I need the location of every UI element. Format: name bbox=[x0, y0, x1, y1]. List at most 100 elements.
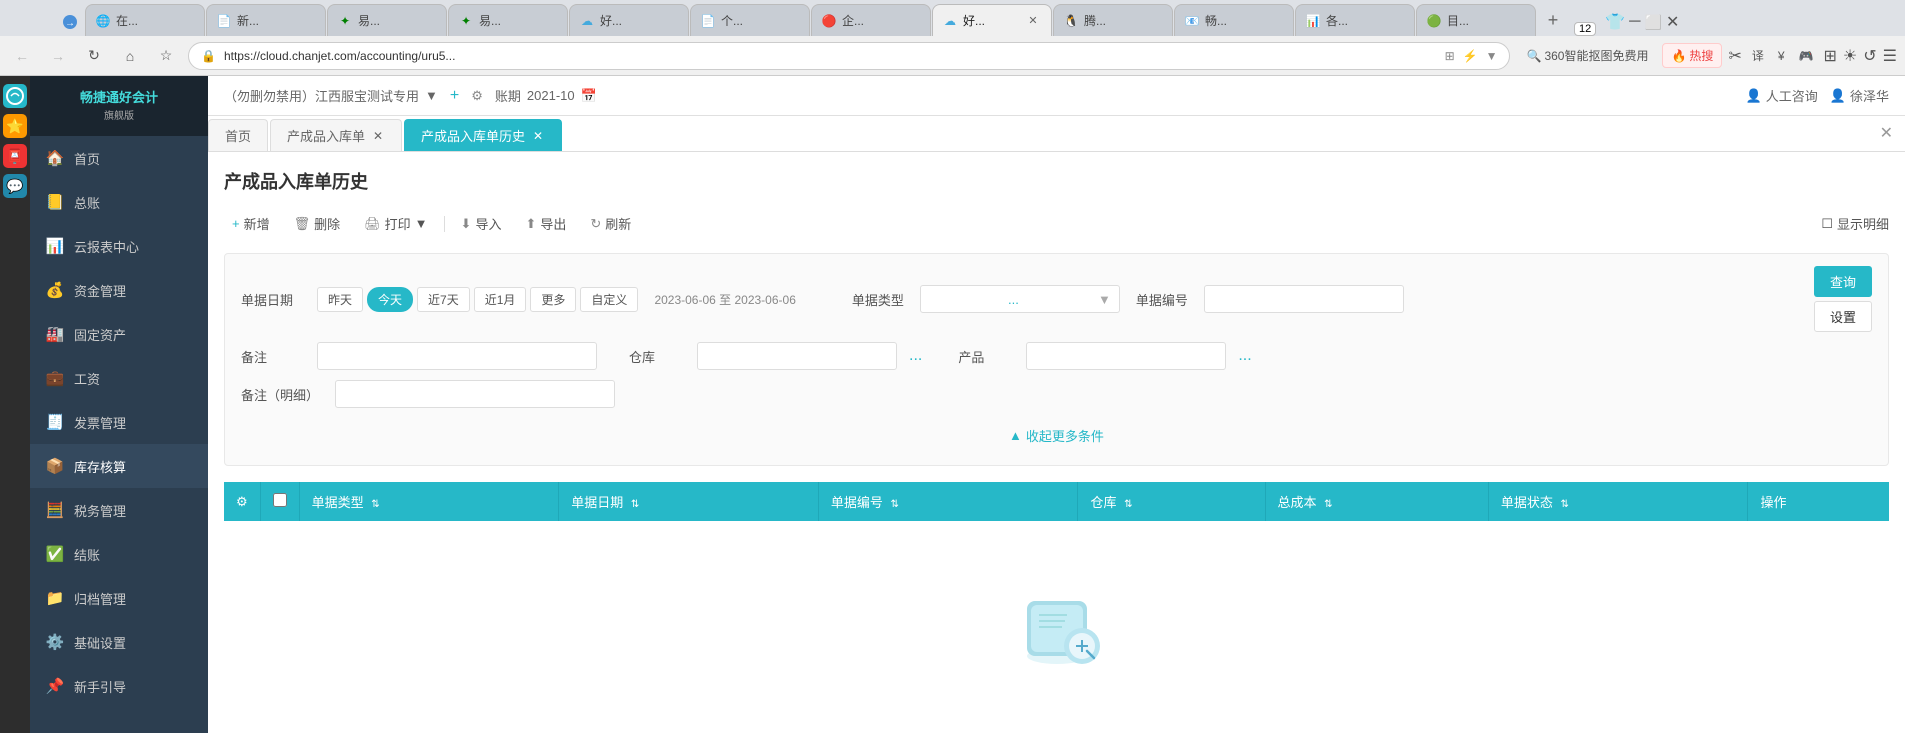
top-bar-right: 👤 人工咨询 👤 徐泽华 bbox=[1746, 86, 1889, 105]
menu-button[interactable]: ☰ bbox=[1883, 46, 1897, 66]
page-tab-home[interactable]: 首页 bbox=[208, 119, 268, 151]
minimize-button[interactable]: ─ bbox=[1629, 13, 1640, 31]
game-button[interactable]: 🎮 bbox=[1795, 49, 1818, 63]
display-toggle[interactable]: ☐ 显示明细 bbox=[1821, 214, 1889, 233]
remark-filter-input[interactable] bbox=[317, 342, 597, 370]
export-label: 导出 bbox=[540, 214, 566, 233]
close-panel-button[interactable]: ✕ bbox=[1868, 115, 1905, 151]
close-button[interactable]: ✕ bbox=[1666, 12, 1679, 32]
page-tab-close-button[interactable]: ✕ bbox=[531, 129, 545, 143]
back-button[interactable]: ← bbox=[8, 42, 36, 70]
sidebar-item-archive[interactable]: 📁 归档管理 bbox=[30, 576, 208, 620]
th-checkbox[interactable] bbox=[260, 482, 299, 521]
browser-tab[interactable]: 📄 个... bbox=[690, 4, 810, 36]
last7-btn[interactable]: 近7天 bbox=[417, 287, 470, 312]
browser-tab[interactable]: ✦ 易... bbox=[327, 4, 447, 36]
num-filter-input[interactable] bbox=[1204, 285, 1404, 313]
app-icon-chanjet[interactable] bbox=[3, 84, 27, 108]
browser-tab[interactable]: 📄 新... bbox=[206, 4, 326, 36]
page-tab-history[interactable]: 产成品入库单历史 ✕ bbox=[404, 119, 562, 151]
warehouse-filter-input[interactable] bbox=[697, 342, 897, 370]
add-company-button[interactable]: + bbox=[450, 87, 459, 105]
company-settings-button[interactable]: ⚙ bbox=[471, 88, 483, 104]
export-button[interactable]: ⬆ 导出 bbox=[517, 210, 574, 237]
yesterday-btn[interactable]: 昨天 bbox=[317, 287, 363, 312]
collapse-button[interactable]: ▲ 收起更多条件 bbox=[241, 418, 1872, 453]
hot-search-button[interactable]: 🔥 热搜 bbox=[1662, 43, 1722, 68]
apps-button[interactable]: ⊞ bbox=[1824, 46, 1837, 66]
th-number[interactable]: 单据编号 ⇅ bbox=[818, 482, 1078, 521]
sidebar-item-label: 固定资产 bbox=[74, 325, 126, 344]
th-warehouse[interactable]: 仓库 ⇅ bbox=[1078, 482, 1265, 521]
yuan-button[interactable]: ¥ bbox=[1774, 49, 1789, 63]
th-type[interactable]: 单据类型 ⇅ bbox=[299, 482, 559, 521]
sidebar-item-label: 工资 bbox=[74, 369, 100, 388]
query-button[interactable]: 查询 bbox=[1814, 266, 1872, 297]
bookmark-button[interactable]: ☆ bbox=[152, 42, 180, 70]
address-input[interactable]: 🔒 https://cloud.chanjet.com/accounting/u… bbox=[188, 42, 1510, 70]
delete-button[interactable]: 🗑 删除 bbox=[286, 210, 349, 237]
sidebar-item-salary[interactable]: 💼 工资 bbox=[30, 356, 208, 400]
browser-tab[interactable]: 🐧 腾... bbox=[1053, 4, 1173, 36]
print-button[interactable]: 🖨 打印 ▼ bbox=[356, 210, 435, 237]
browser-tab[interactable]: 🟢 目... bbox=[1416, 4, 1536, 36]
refresh-button[interactable]: ↻ bbox=[80, 42, 108, 70]
select-all-checkbox[interactable] bbox=[273, 493, 287, 507]
product-dots[interactable]: ... bbox=[1234, 347, 1255, 365]
tab-close-button[interactable]: ✕ bbox=[1025, 13, 1041, 29]
add-button[interactable]: + 新增 bbox=[224, 210, 278, 237]
sidebar-item-settings[interactable]: ⚙️ 基础设置 bbox=[30, 620, 208, 664]
forward-button[interactable]: → bbox=[44, 42, 72, 70]
th-date[interactable]: 单据日期 ⇅ bbox=[559, 482, 819, 521]
sidebar-item-ledger[interactable]: 📒 总账 bbox=[30, 180, 208, 224]
app-icon-weibo[interactable]: 📮 bbox=[3, 144, 27, 168]
customer-service-button[interactable]: 👤 人工咨询 bbox=[1746, 86, 1818, 105]
app-icon-star[interactable]: ⭐ bbox=[3, 114, 27, 138]
remark-detail-input[interactable] bbox=[335, 380, 615, 408]
sidebar-item-invoice[interactable]: 🧾 发票管理 bbox=[30, 400, 208, 444]
theme-button[interactable]: ☀ bbox=[1843, 46, 1857, 66]
warehouse-dots[interactable]: ... bbox=[905, 347, 926, 365]
last-month-btn[interactable]: 近1月 bbox=[474, 287, 527, 312]
sync-button[interactable]: ↺ bbox=[1863, 46, 1876, 66]
setting-button[interactable]: 设置 bbox=[1814, 301, 1872, 332]
sidebar-item-home[interactable]: 🏠 首页 bbox=[30, 136, 208, 180]
sidebar-item-funds[interactable]: 💰 资金管理 bbox=[30, 268, 208, 312]
browser-tab[interactable]: ✦ 易... bbox=[448, 4, 568, 36]
browser-tab[interactable]: 🌐 在... bbox=[85, 4, 205, 36]
company-selector[interactable]: （勿删勿禁用）江西服宝测试专用 ▼ bbox=[224, 86, 438, 105]
new-tab-button[interactable]: + bbox=[1537, 4, 1569, 36]
more-date-btn[interactable]: 更多 bbox=[530, 287, 576, 312]
browser-tab[interactable]: 🔴 企... bbox=[811, 4, 931, 36]
calendar-icon[interactable]: 📅 bbox=[581, 88, 597, 104]
tab-count-badge[interactable]: 12 bbox=[1574, 22, 1596, 36]
maximize-button[interactable]: ⬜ bbox=[1645, 14, 1662, 31]
date-filter-label: 单据日期 bbox=[241, 290, 301, 309]
home-button[interactable]: ⌂ bbox=[116, 42, 144, 70]
page-tab-close-button[interactable]: ✕ bbox=[371, 129, 385, 143]
app-icon-msg[interactable]: 💬 bbox=[3, 174, 27, 198]
sidebar-item-assets[interactable]: 🏭 固定资产 bbox=[30, 312, 208, 356]
search-bar[interactable]: 🔍 360智能抠图免费用 bbox=[1518, 44, 1656, 67]
browser-tab-active[interactable]: ☁ 好... ✕ bbox=[932, 4, 1052, 36]
page-tab-inventory[interactable]: 产成品入库单 ✕ bbox=[270, 119, 402, 151]
sidebar-item-tax[interactable]: 🧮 税务管理 bbox=[30, 488, 208, 532]
refresh-button[interactable]: ↻ 刷新 bbox=[582, 210, 639, 237]
browser-tab[interactable]: ☁ 好... bbox=[569, 4, 689, 36]
sidebar-item-checkout[interactable]: ✅ 结账 bbox=[30, 532, 208, 576]
import-button[interactable]: ⬇ 导入 bbox=[453, 210, 510, 237]
sidebar-item-guide[interactable]: 📌 新手引导 bbox=[30, 664, 208, 708]
type-select[interactable]: ... ▼ bbox=[920, 285, 1120, 313]
translate-button[interactable]: 译 bbox=[1748, 47, 1768, 64]
browser-tab[interactable]: 📧 畅... bbox=[1174, 4, 1294, 36]
product-filter-input[interactable] bbox=[1026, 342, 1226, 370]
browser-tab[interactable]: 📊 各... bbox=[1295, 4, 1415, 36]
today-btn[interactable]: 今天 bbox=[367, 287, 413, 312]
custom-date-btn[interactable]: 自定义 bbox=[580, 287, 638, 312]
th-settings[interactable]: ⚙ bbox=[224, 482, 260, 521]
user-profile[interactable]: 👤 徐泽华 bbox=[1830, 86, 1889, 105]
th-total-cost[interactable]: 总成本 ⇅ bbox=[1265, 482, 1488, 521]
sidebar-item-inventory[interactable]: 📦 库存核算 bbox=[30, 444, 208, 488]
sidebar-item-reports[interactable]: 📊 云报表中心 bbox=[30, 224, 208, 268]
th-status[interactable]: 单据状态 ⇅ bbox=[1488, 482, 1748, 521]
